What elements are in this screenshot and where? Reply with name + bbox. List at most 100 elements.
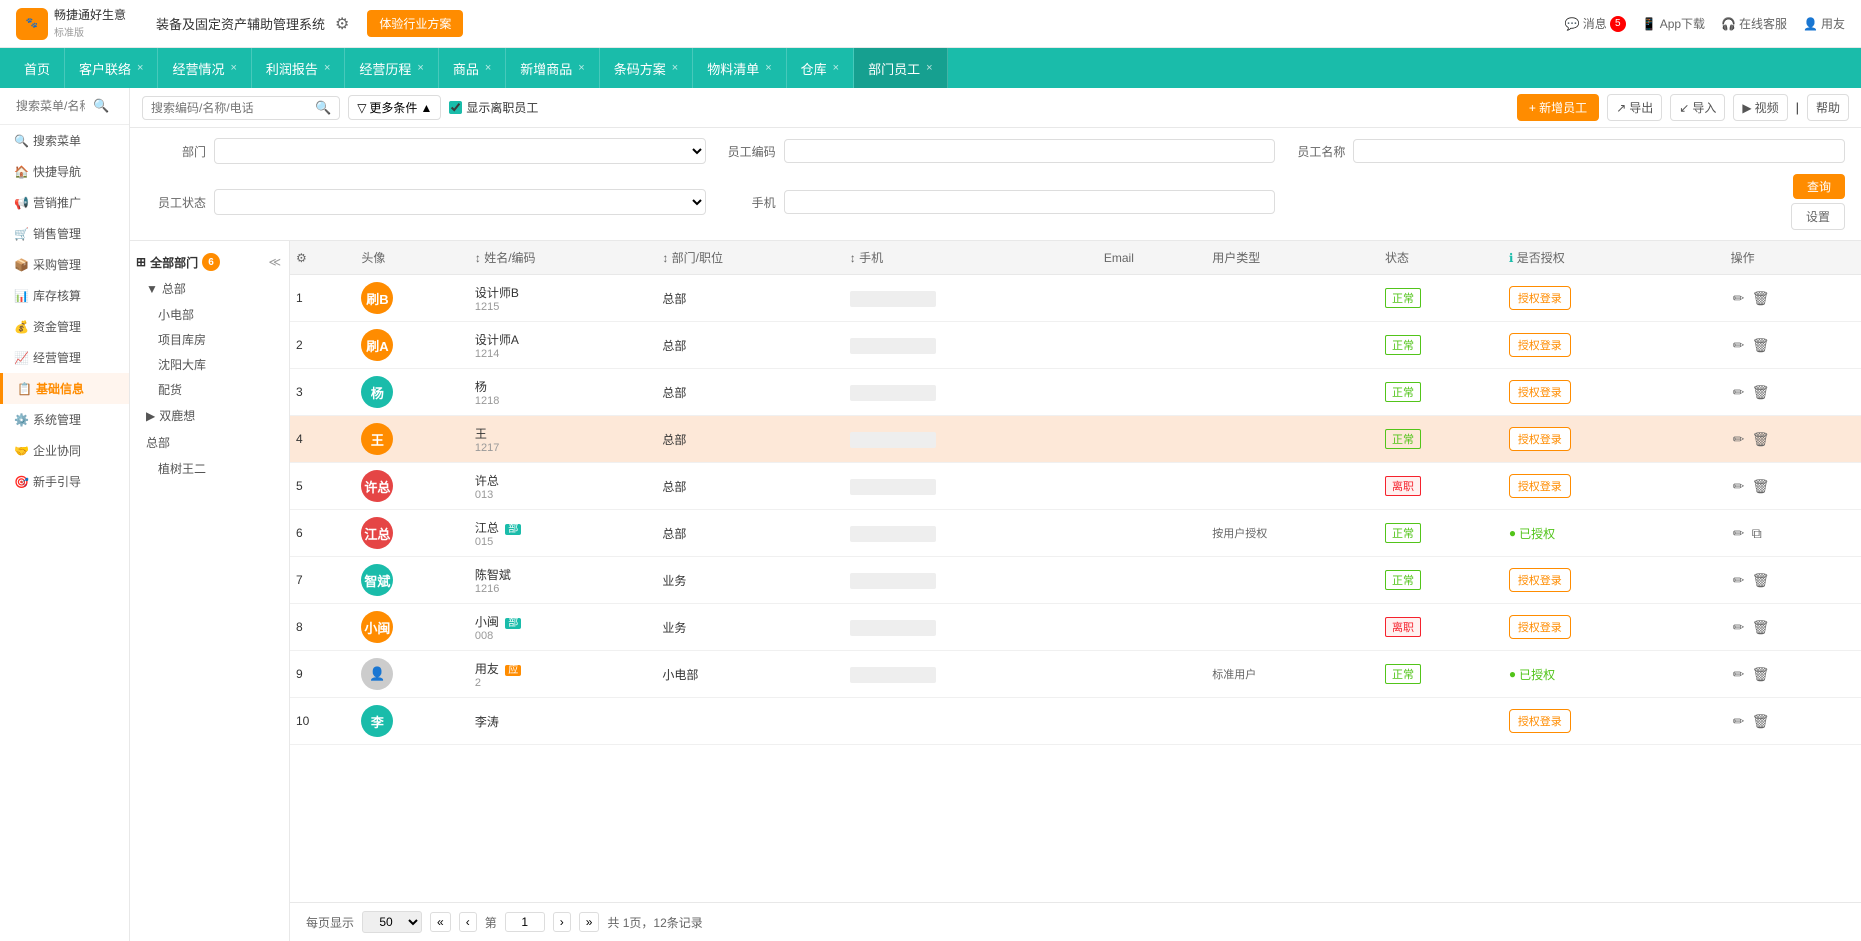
delete-button[interactable]: 🗑: [1750, 335, 1772, 356]
empname-input[interactable]: [1353, 139, 1845, 163]
copy-button[interactable]: ⧉: [1750, 523, 1764, 544]
delete-button[interactable]: 🗑: [1750, 570, 1772, 591]
next-page-button[interactable]: ›: [553, 912, 571, 932]
sidebar-item-system[interactable]: ⚙️系统管理: [0, 404, 129, 435]
dept-select[interactable]: [214, 138, 706, 164]
delete-button[interactable]: 🗑: [1750, 711, 1772, 732]
nav-tab-process[interactable]: 经营历程 ×: [345, 48, 438, 88]
row-avatar: 杨: [355, 369, 468, 416]
nav-tab-customer[interactable]: 客户联络 ×: [65, 48, 158, 88]
empcode-input[interactable]: [784, 139, 1276, 163]
row-usertype: [1206, 604, 1379, 651]
settings-icon[interactable]: ⚙: [296, 251, 307, 265]
row-auth: 授权登录: [1503, 369, 1694, 416]
auth-button[interactable]: 授权登录: [1509, 380, 1571, 404]
sidebar-item-search[interactable]: 🔍搜索菜单: [0, 125, 129, 156]
dept-collapse-button[interactable]: ≪: [268, 255, 281, 269]
dept-item-zongbu[interactable]: ▼ 总部: [130, 275, 289, 302]
sidebar-item-sales[interactable]: 🛒销售管理: [0, 218, 129, 249]
edit-button[interactable]: ✏: [1731, 288, 1747, 309]
dept-item-xiaodian[interactable]: 小电部: [130, 302, 289, 327]
sidebar-item-quicknav[interactable]: 🏠快捷导航: [0, 156, 129, 187]
user-button[interactable]: 👤 用友: [1803, 15, 1845, 32]
table-row: 10 李 李涛 授权登录 ✏: [290, 698, 1861, 745]
page-number-input[interactable]: [505, 912, 545, 932]
edit-button[interactable]: ✏: [1731, 664, 1747, 685]
search-input[interactable]: [151, 101, 311, 115]
row-name: 用友 应 2: [469, 651, 656, 698]
delete-button[interactable]: 🗑: [1750, 476, 1772, 497]
nav-tab-business[interactable]: 经营情况 ×: [158, 48, 251, 88]
nav-tab-home[interactable]: 首页: [10, 48, 65, 88]
query-button[interactable]: 查询: [1793, 174, 1845, 199]
dept-item-peihuo[interactable]: 配货: [130, 377, 289, 402]
nav-tab-employee[interactable]: 部门员工 ×: [854, 48, 947, 88]
sidebar-item-finance[interactable]: 💰资金管理: [0, 311, 129, 342]
edit-button[interactable]: ✏: [1731, 711, 1747, 732]
export-button[interactable]: ↗ 导出: [1607, 94, 1662, 121]
reset-button[interactable]: 设置: [1791, 203, 1845, 230]
message-button[interactable]: 💬 消息 5: [1565, 15, 1626, 32]
edit-button[interactable]: ✏: [1731, 429, 1747, 450]
app-download-button[interactable]: 📱 App下载: [1642, 15, 1705, 32]
dept-item-shuanglu[interactable]: ▶ 双鹿想: [130, 402, 289, 429]
sidebar-item-operation[interactable]: 📈经营管理: [0, 342, 129, 373]
show-resigned-label[interactable]: 显示离职员工: [449, 99, 538, 116]
first-page-button[interactable]: «: [430, 912, 451, 932]
search-icon: 🔍: [315, 100, 331, 116]
auth-button[interactable]: 授权登录: [1509, 709, 1571, 733]
row-dept: 业务: [656, 557, 843, 604]
online-service-button[interactable]: 🎧 在线客服: [1721, 15, 1787, 32]
edit-button[interactable]: ✏: [1731, 523, 1747, 544]
delete-button[interactable]: 🗑: [1750, 382, 1772, 403]
dept-item-zongbu2[interactable]: 总部: [130, 429, 289, 456]
nav-tab-new-product[interactable]: 新增商品 ×: [506, 48, 599, 88]
show-resigned-checkbox[interactable]: [449, 101, 462, 114]
auth-button[interactable]: 授权登录: [1509, 427, 1571, 451]
help-button[interactable]: 帮助: [1807, 94, 1849, 121]
trial-button[interactable]: 体验行业方案: [367, 10, 463, 37]
status-select[interactable]: [214, 189, 706, 215]
sidebar-item-inventory[interactable]: 📊库存核算: [0, 280, 129, 311]
delete-button[interactable]: 🗑: [1750, 288, 1772, 309]
auth-button[interactable]: 授权登录: [1509, 615, 1571, 639]
delete-button[interactable]: 🗑: [1750, 429, 1772, 450]
dept-item-zhishu[interactable]: 植树王二: [130, 456, 289, 481]
prev-page-button[interactable]: ‹: [459, 912, 477, 932]
phone-input[interactable]: [784, 190, 1276, 214]
sidebar-search-input[interactable]: [8, 96, 93, 116]
edit-button[interactable]: ✏: [1731, 476, 1747, 497]
auth-button[interactable]: 授权登录: [1509, 286, 1571, 310]
import-button[interactable]: ↙ 导入: [1670, 94, 1725, 121]
more-filter-button[interactable]: ▽ 更多条件 ▲: [348, 95, 441, 120]
delete-button[interactable]: 🗑: [1750, 664, 1772, 685]
add-employee-button[interactable]: + 新增员工: [1517, 94, 1599, 121]
auth-button[interactable]: 授权登录: [1509, 474, 1571, 498]
auth-button[interactable]: 授权登录: [1509, 568, 1571, 592]
view-button[interactable]: ▶ 视频: [1733, 94, 1787, 121]
edit-button[interactable]: ✏: [1731, 335, 1747, 356]
sidebar-item-marketing[interactable]: 📢营销推广: [0, 187, 129, 218]
nav-tab-barcode[interactable]: 条码方案 ×: [600, 48, 693, 88]
nav-tab-profit[interactable]: 利润报告 ×: [252, 48, 345, 88]
nav-tab-product[interactable]: 商品 ×: [439, 48, 506, 88]
sidebar-item-purchase[interactable]: 📦采购管理: [0, 249, 129, 280]
nav-tab-warehouse[interactable]: 仓库 ×: [787, 48, 854, 88]
dept-item-project[interactable]: 项目库房: [130, 327, 289, 352]
last-page-button[interactable]: »: [579, 912, 600, 932]
header-right: 💬 消息 5 📱 App下载 🎧 在线客服 👤 用友: [1565, 15, 1845, 32]
delete-button[interactable]: 🗑: [1750, 617, 1772, 638]
edit-button[interactable]: ✏: [1731, 382, 1747, 403]
per-page-select[interactable]: 50: [362, 911, 422, 933]
gear-button[interactable]: ⚙: [331, 10, 353, 38]
sidebar-item-collab[interactable]: 🤝企业协同: [0, 435, 129, 466]
sidebar-item-basic[interactable]: 📋基础信息: [0, 373, 129, 404]
video-icon: ▶: [1742, 101, 1751, 115]
edit-button[interactable]: ✏: [1731, 570, 1747, 591]
sidebar-item-guide[interactable]: 🎯新手引导: [0, 466, 129, 497]
dept-item-shenyang[interactable]: 沈阳大库: [130, 352, 289, 377]
edit-button[interactable]: ✏: [1731, 617, 1747, 638]
nav-tab-bom[interactable]: 物料清单 ×: [693, 48, 786, 88]
row-phone: ●●●●●●●: [844, 369, 1098, 416]
auth-button[interactable]: 授权登录: [1509, 333, 1571, 357]
